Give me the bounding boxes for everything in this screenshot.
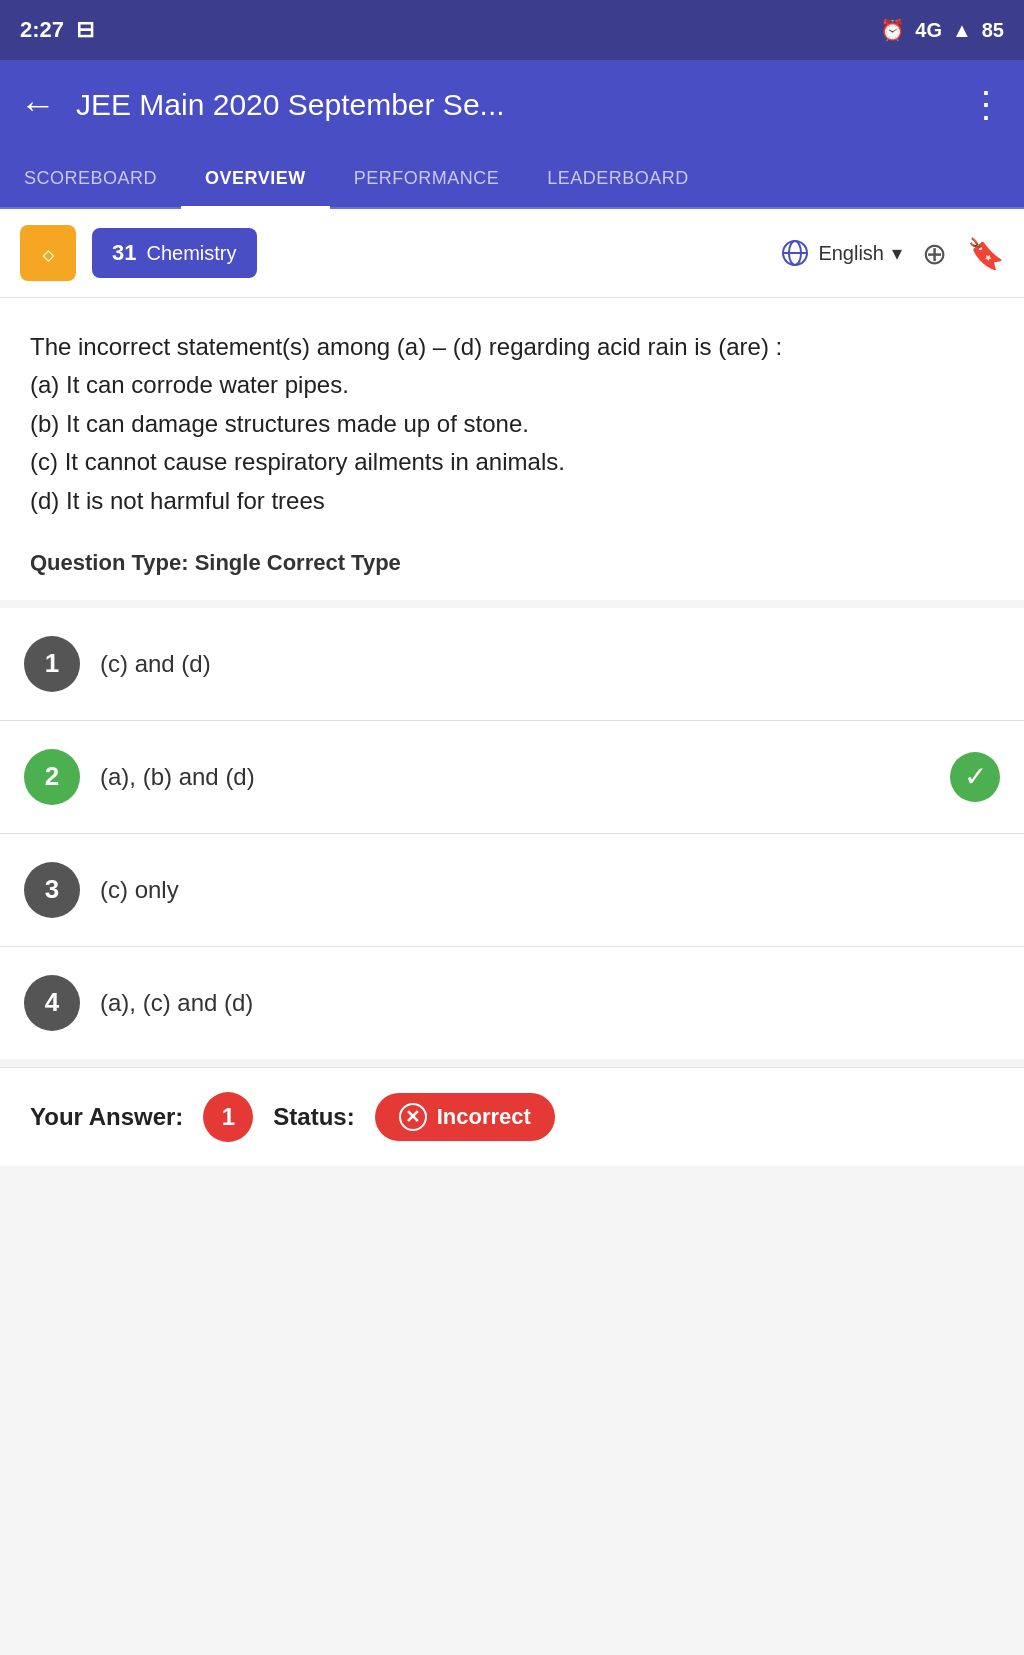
sim-icon: ⊟: [76, 17, 94, 43]
tab-overview[interactable]: OVERVIEW: [181, 150, 330, 207]
your-answer-label: Your Answer:: [30, 1103, 183, 1131]
option-row-1[interactable]: 1 (c) and (d): [0, 608, 1024, 721]
your-answer-badge: 1: [203, 1092, 253, 1142]
status-bar-right: ⏰ 4G ▲ 85: [880, 18, 1004, 42]
option-text-2: (a), (b) and (d): [100, 763, 930, 791]
option-row-4[interactable]: 4 (a), (c) and (d): [0, 947, 1024, 1059]
language-label: English: [818, 242, 884, 265]
signal-icon: ▲: [952, 19, 972, 42]
bookmark-button[interactable]: 🔖: [967, 236, 1004, 271]
language-selector[interactable]: English ▾: [780, 238, 902, 268]
option-number-3: 3: [24, 862, 80, 918]
option-number-4: 4: [24, 975, 80, 1031]
question-number: 31: [112, 240, 136, 266]
incorrect-text: Incorrect: [437, 1104, 531, 1130]
question-content: The incorrect statement(s) among (a) – (…: [0, 298, 1024, 600]
battery-display: 85: [982, 19, 1004, 42]
alarm-icon: ⏰: [880, 18, 905, 42]
zoom-button[interactable]: ⊕: [922, 236, 947, 271]
option-text-1: (c) and (d): [100, 650, 1000, 678]
tab-performance[interactable]: PERFORMANCE: [330, 150, 524, 207]
tab-scoreboard[interactable]: SCOREBOARD: [0, 150, 181, 207]
option-number-2: 2: [24, 749, 80, 805]
question-type-value: Single Correct Type: [195, 550, 401, 575]
incorrect-badge: ✕ Incorrect: [375, 1093, 555, 1141]
status-bar-left: 2:27 ⊟: [20, 17, 94, 43]
app-bar-title: JEE Main 2020 September Se...: [76, 88, 968, 122]
filter-icon: ⬦: [40, 237, 57, 269]
globe-icon: [780, 238, 810, 268]
tab-leaderboard[interactable]: LEADERBOARD: [523, 150, 713, 207]
option-number-1: 1: [24, 636, 80, 692]
option-text-3: (c) only: [100, 876, 1000, 904]
option-row-2[interactable]: 2 (a), (b) and (d) ✓: [0, 721, 1024, 834]
question-text: The incorrect statement(s) among (a) – (…: [30, 328, 994, 520]
status-bar: 2:27 ⊟ ⏰ 4G ▲ 85: [0, 0, 1024, 60]
answer-bar: Your Answer: 1 Status: ✕ Incorrect: [0, 1067, 1024, 1166]
chapter-name: Chemistry: [146, 242, 236, 265]
network-label: 4G: [915, 19, 942, 42]
more-options-button[interactable]: ⋮: [968, 84, 1004, 126]
correct-tick-icon: ✓: [950, 752, 1000, 802]
app-bar: ← JEE Main 2020 September Se... ⋮: [0, 60, 1024, 150]
toolbar-right: English ▾ ⊕ 🔖: [780, 236, 1004, 271]
question-type-label: Question Type: Single Correct Type: [30, 550, 994, 576]
chapter-badge: 31 Chemistry: [92, 228, 257, 278]
language-chevron: ▾: [892, 241, 902, 265]
question-toolbar: ⬦ 31 Chemistry English ▾ ⊕ 🔖: [0, 209, 1024, 298]
option-text-4: (a), (c) and (d): [100, 989, 1000, 1017]
status-label: Status:: [273, 1103, 354, 1131]
back-button[interactable]: ←: [20, 84, 56, 126]
options-container: 1 (c) and (d) 2 (a), (b) and (d) ✓ 3 (c)…: [0, 608, 1024, 1059]
time-display: 2:27: [20, 17, 64, 43]
filter-button[interactable]: ⬦: [20, 225, 76, 281]
incorrect-x-icon: ✕: [399, 1103, 427, 1131]
option-row-3[interactable]: 3 (c) only: [0, 834, 1024, 947]
tab-bar: SCOREBOARD OVERVIEW PERFORMANCE LEADERBO…: [0, 150, 1024, 209]
